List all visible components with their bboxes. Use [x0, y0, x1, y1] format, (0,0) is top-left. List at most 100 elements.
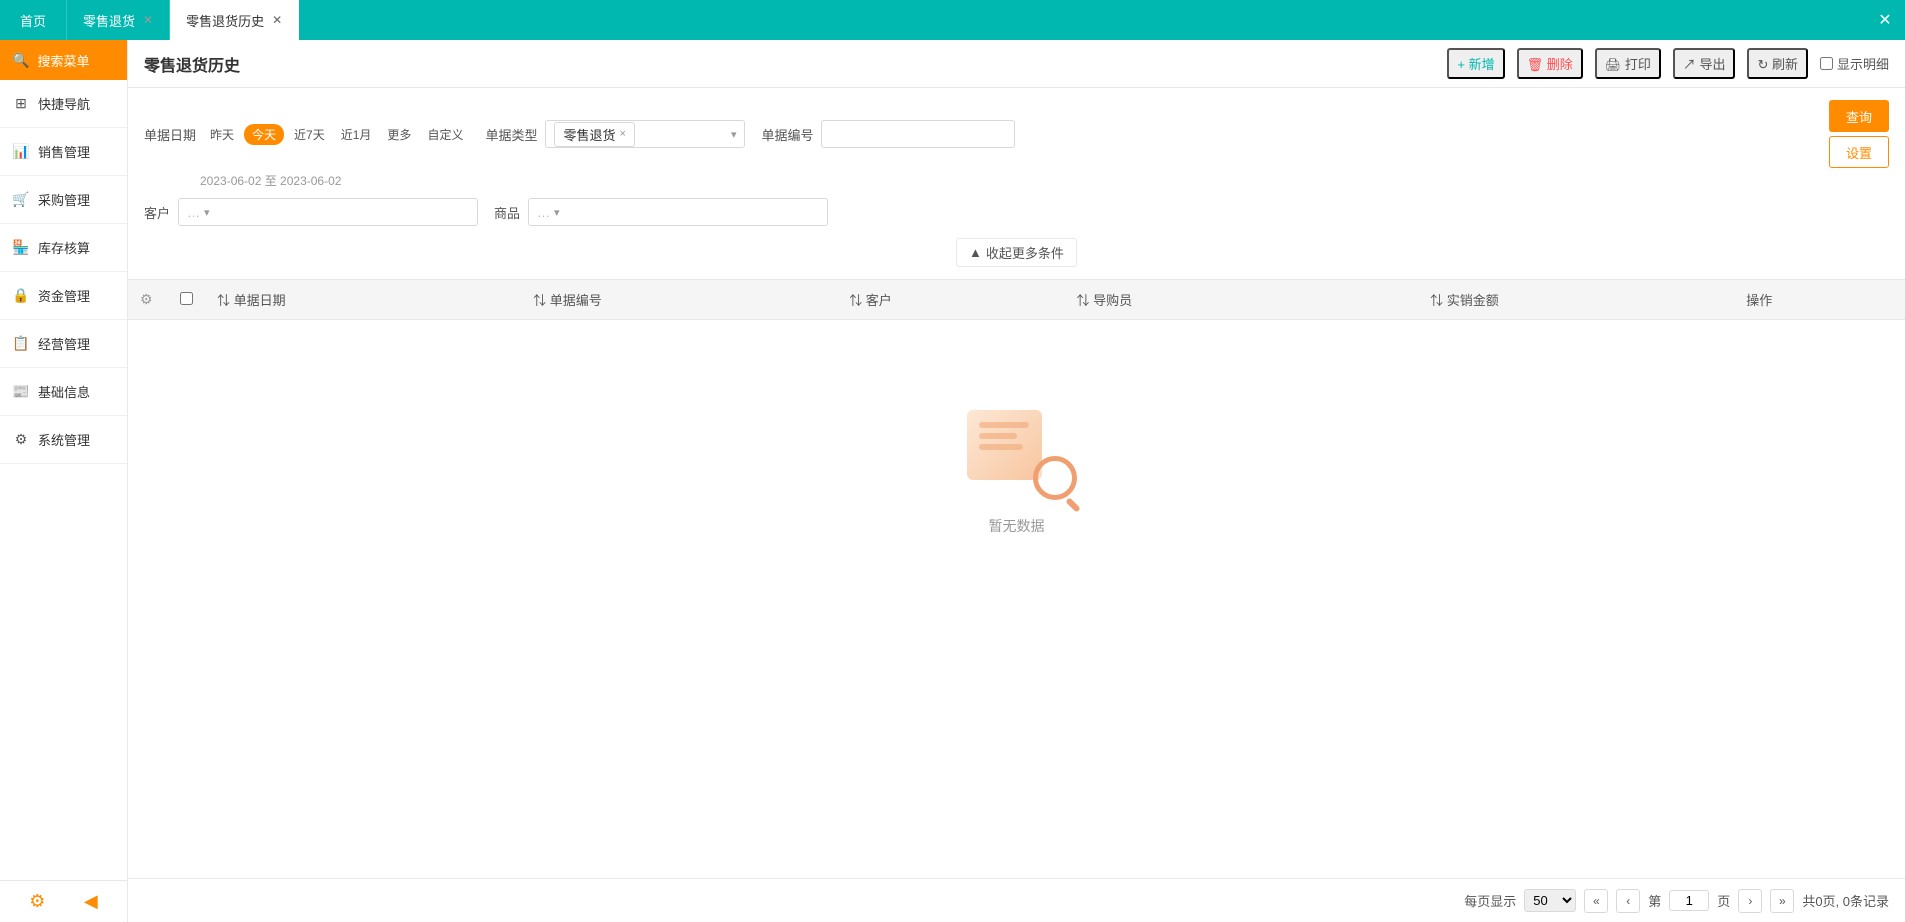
customer-filter: 客户 … ▾ — [144, 198, 478, 226]
page-size-label: 每页显示 — [1464, 891, 1516, 910]
tab-retail-return-history[interactable]: 零售退货历史 ✕ — [170, 0, 299, 40]
th-date[interactable]: ⇅ 单据日期 — [205, 280, 521, 320]
customer-selector[interactable]: … ▾ — [178, 198, 478, 226]
th-date-label: ⇅ 单据日期 — [217, 293, 286, 308]
page-number-input[interactable] — [1669, 890, 1709, 911]
search-icon: 🔍 — [12, 52, 29, 69]
gear-icon[interactable]: ⚙ — [140, 291, 153, 307]
page-title: 零售退货历史 — [144, 52, 240, 76]
th-check — [168, 280, 205, 320]
filter-row-1: 单据日期 昨天 今天 近7天 近1月 更多 自定义 单据类型 — [144, 100, 1889, 168]
empty-state: 暂无数据 — [128, 320, 1905, 616]
display-toggle-label: 显示明细 — [1837, 54, 1889, 73]
empty-state-row: 暂无数据 — [128, 320, 1905, 617]
goods-selector[interactable]: … ▾ — [528, 198, 828, 226]
date-opt-7days[interactable]: 近7天 — [288, 124, 331, 145]
goods-dropdown-arrow-icon[interactable]: ▾ — [554, 206, 560, 219]
system-mgmt-icon: ⚙ — [12, 431, 30, 449]
type-label: 单据类型 — [485, 125, 537, 144]
close-retail-return-tab-icon[interactable]: ✕ — [143, 13, 153, 27]
basic-info-icon: 📰 — [12, 383, 30, 401]
type-filter: 单据类型 零售退货 × ▾ — [485, 120, 745, 148]
quick-nav-icon: ⊞ — [12, 95, 30, 113]
date-opt-today[interactable]: 今天 — [244, 124, 284, 145]
empty-illustration — [957, 400, 1077, 500]
customer-dropdown-arrow-icon[interactable]: ▾ — [204, 206, 210, 219]
last-page-button[interactable]: » — [1770, 889, 1794, 913]
date-opt-custom[interactable]: 自定义 — [421, 124, 469, 145]
quick-nav-label: 快捷导航 — [38, 94, 90, 113]
sidebar-item-operations-mgmt[interactable]: 📋 经营管理 — [0, 320, 127, 368]
sidebar-item-inventory[interactable]: 🏪 库存核算 — [0, 224, 127, 272]
export-button[interactable]: ↗ 导出 — [1673, 48, 1736, 79]
sidebar-bottom: ⚙ ◀ — [0, 880, 127, 922]
content-area: 零售退货历史 + 新增 🗑 删除 🖨 打印 ↗ 导出 ↻ 刷新 显示明细 单据日… — [128, 40, 1905, 922]
collapse-sidebar-icon[interactable]: ◀ — [84, 891, 98, 912]
th-amount[interactable]: ⇅ 实销金额 — [1418, 280, 1734, 320]
tab-home[interactable]: 首页 — [0, 0, 67, 40]
inventory-label: 库存核算 — [38, 238, 90, 257]
date-filter: 单据日期 昨天 今天 近7天 近1月 更多 自定义 — [144, 124, 469, 145]
system-mgmt-label: 系统管理 — [38, 430, 90, 449]
docno-filter: 单据编号 — [761, 120, 1015, 148]
tab-retail-return-label: 零售退货 — [83, 11, 135, 30]
type-dropdown-arrow-icon[interactable]: ▾ — [731, 128, 737, 141]
docno-input[interactable] — [821, 120, 1015, 148]
sidebar-item-purchase-mgmt[interactable]: 🛒 采购管理 — [0, 176, 127, 224]
sidebar-item-capital-mgmt[interactable]: 🔒 资金管理 — [0, 272, 127, 320]
type-tag-close-icon[interactable]: × — [619, 128, 625, 140]
filter-row-2: 客户 … ▾ 商品 … ▾ — [144, 198, 1889, 226]
collapse-label: 收起更多条件 — [986, 243, 1064, 262]
table-header: ⚙ ⇅ 单据日期 ⇅ 单据编号 ⇅ 客户 — [128, 280, 1905, 320]
sales-mgmt-label: 销售管理 — [38, 142, 90, 161]
next-page-button[interactable]: › — [1738, 889, 1762, 913]
select-all-checkbox[interactable] — [180, 292, 193, 305]
sidebar-item-quick-nav[interactable]: ⊞ 快捷导航 — [0, 80, 127, 128]
main-layout: 🔍 搜索菜单 ⊞ 快捷导航 📊 销售管理 🛒 采购管理 🏪 库存核算 🔒 资金管… — [0, 40, 1905, 922]
sidebar-item-system-mgmt[interactable]: ⚙ 系统管理 — [0, 416, 127, 464]
print-button[interactable]: 🖨 打印 — [1595, 48, 1661, 79]
type-selector[interactable]: 零售退货 × ▾ — [545, 120, 745, 148]
query-button[interactable]: 查询 — [1829, 100, 1889, 132]
date-opt-more[interactable]: 更多 — [381, 124, 417, 145]
th-spacer — [1336, 280, 1418, 320]
date-opt-yesterday[interactable]: 昨天 — [204, 124, 240, 145]
th-guide-label: ⇅ 导购员 — [1077, 293, 1133, 308]
th-customer[interactable]: ⇅ 客户 — [837, 280, 1064, 320]
th-docno[interactable]: ⇅ 单据编号 — [521, 280, 837, 320]
collapse-button[interactable]: ▲ 收起更多条件 — [956, 238, 1077, 267]
settings-bottom-icon[interactable]: ⚙ — [29, 891, 45, 912]
page-header: 零售退货历史 + 新增 🗑 删除 🖨 打印 ↗ 导出 ↻ 刷新 显示明细 — [128, 40, 1905, 88]
prev-page-button[interactable]: ‹ — [1616, 889, 1640, 913]
magnify-handle — [1065, 497, 1081, 513]
date-opt-1month[interactable]: 近1月 — [335, 124, 378, 145]
search-menu-button[interactable]: 🔍 搜索菜单 — [0, 40, 127, 80]
docno-label: 单据编号 — [761, 125, 813, 144]
display-toggle: 显示明细 — [1820, 54, 1889, 73]
date-options: 昨天 今天 近7天 近1月 更多 自定义 — [204, 124, 469, 145]
refresh-button[interactable]: ↻ 刷新 — [1747, 48, 1808, 79]
operations-mgmt-label: 经营管理 — [38, 334, 90, 353]
empty-text: 暂无数据 — [989, 516, 1045, 536]
display-toggle-checkbox[interactable] — [1820, 57, 1833, 70]
sidebar-item-sales-mgmt[interactable]: 📊 销售管理 — [0, 128, 127, 176]
pagination-bar: 每页显示 50 100 200 « ‹ 第 页 › » 共0页, 0条记录 — [128, 878, 1905, 922]
close-retail-return-history-tab-icon[interactable]: ✕ — [272, 13, 282, 27]
window-close-button[interactable]: ✕ — [1865, 0, 1905, 40]
th-guide[interactable]: ⇅ 导购员 — [1065, 280, 1337, 320]
page-size-select[interactable]: 50 100 200 — [1524, 889, 1576, 912]
tab-retail-return[interactable]: 零售退货 ✕ — [67, 0, 170, 40]
page-label: 第 — [1648, 891, 1661, 910]
filter-area: 单据日期 昨天 今天 近7天 近1月 更多 自定义 单据类型 — [128, 88, 1905, 280]
filter-settings-button[interactable]: 设置 — [1829, 136, 1889, 168]
new-button[interactable]: + 新增 — [1447, 48, 1504, 79]
first-page-button[interactable]: « — [1584, 889, 1608, 913]
magnify-circle — [1033, 456, 1077, 500]
delete-button[interactable]: 🗑 删除 — [1517, 48, 1583, 79]
customer-placeholder: … — [187, 205, 200, 220]
sidebar-item-basic-info[interactable]: 📰 基础信息 — [0, 368, 127, 416]
doc-line-1 — [979, 422, 1029, 428]
filter-action-area: 查询 设置 — [1829, 100, 1889, 168]
type-selector-inner: 零售退货 × — [554, 122, 726, 147]
goods-filter: 商品 … ▾ — [494, 198, 828, 226]
